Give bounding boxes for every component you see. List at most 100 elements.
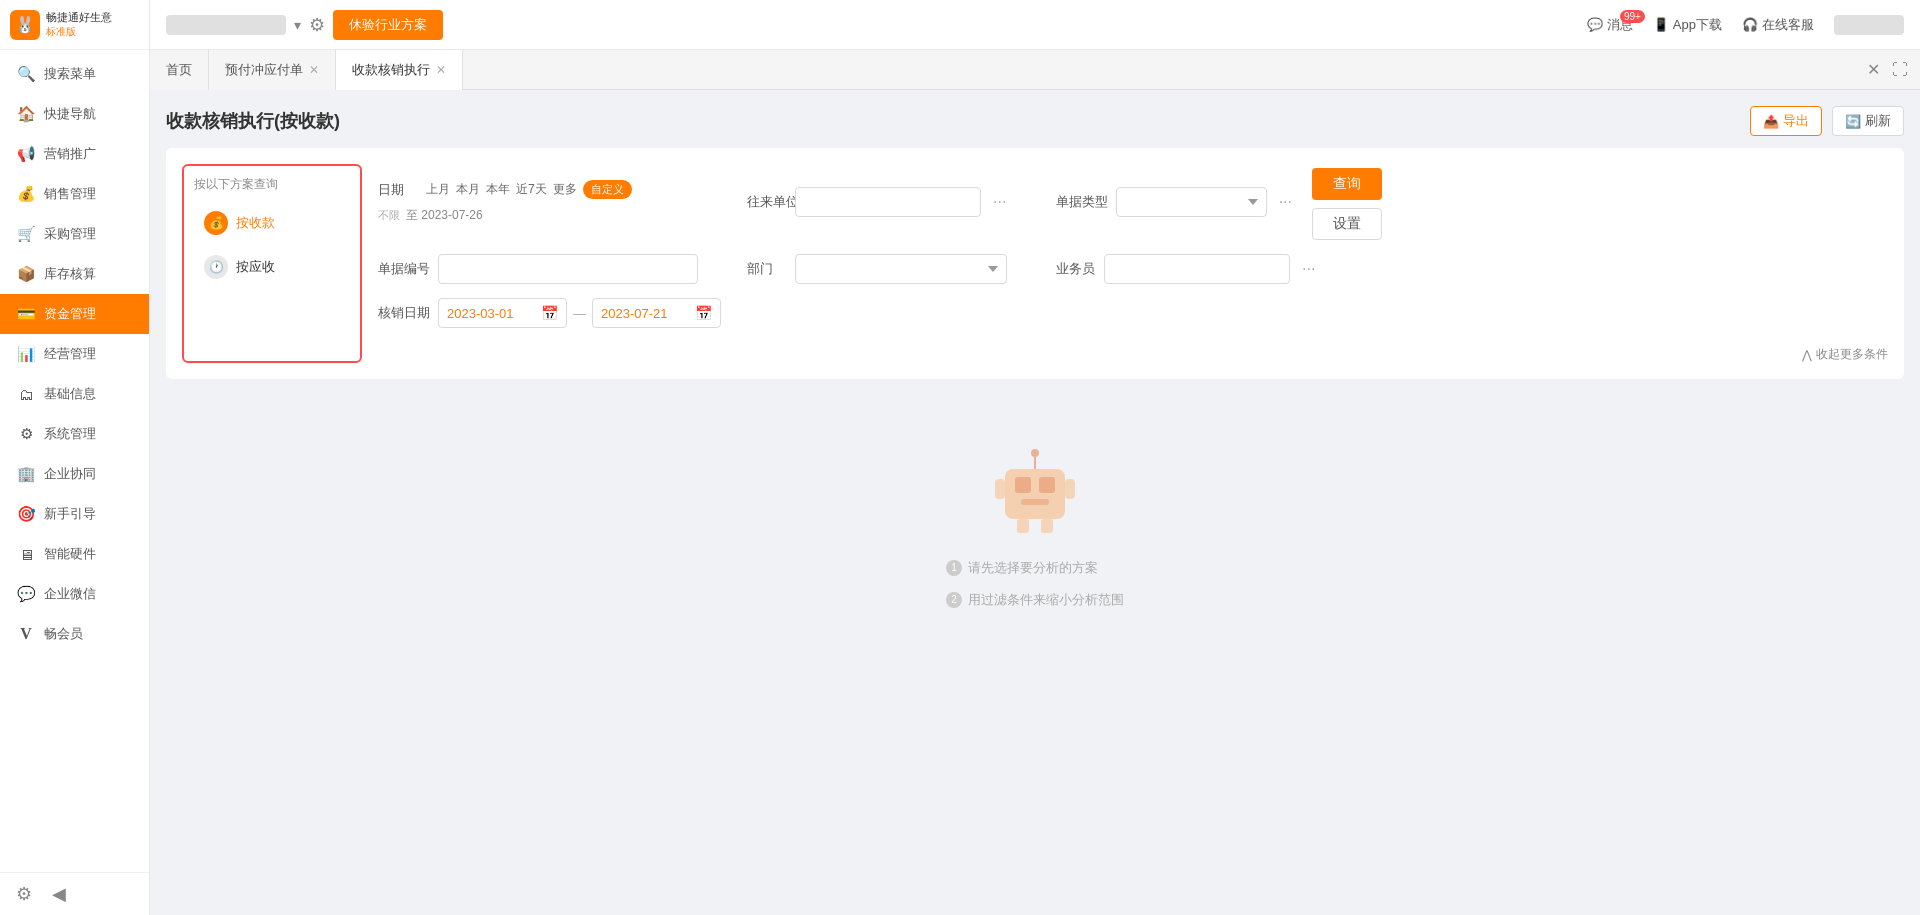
- industry-solution-button[interactable]: 休验行业方案: [333, 10, 443, 40]
- writeoff-start-wrap: 📅: [438, 298, 567, 328]
- filter-scheme-panel: 按以下方案查询 💰 按收款 🕐 按应收: [182, 164, 362, 363]
- tab-collection-close-icon[interactable]: ✕: [436, 63, 446, 77]
- filter-row-2: 单据编号 部门 业务员 ···: [378, 254, 1888, 284]
- writeoff-end-cal-icon[interactable]: 📅: [695, 305, 712, 321]
- app-sub: 标准版: [46, 25, 112, 39]
- sidebar-item-basic[interactable]: 🗂 基础信息: [0, 374, 149, 414]
- tab-prepay-close-icon[interactable]: ✕: [309, 63, 319, 77]
- doc-type-select[interactable]: [1116, 187, 1267, 217]
- writeoff-start-cal-icon[interactable]: 📅: [541, 305, 558, 321]
- app-download-button[interactable]: 📱 App下载: [1653, 16, 1722, 34]
- dept-select[interactable]: [795, 254, 1007, 284]
- footer-settings-icon[interactable]: ⚙: [16, 883, 32, 905]
- main-area: ▾ ⚙ 休验行业方案 💬 消息 99+ 📱 App下载 🎧 在线客服 首页: [150, 0, 1920, 915]
- date-shortcut-lastmonth[interactable]: 上月: [426, 181, 450, 198]
- sidebar-item-system[interactable]: ⚙ 系统管理: [0, 414, 149, 454]
- member-icon: V: [16, 624, 36, 644]
- company-chevron-icon[interactable]: ▾: [294, 17, 301, 33]
- page-header: 收款核销执行(按收款) 📤 导出 🔄 刷新: [166, 106, 1904, 136]
- svg-rect-3: [1021, 499, 1049, 505]
- filter-option-by-receipt[interactable]: 💰 按收款: [194, 203, 350, 243]
- sidebar-item-finance[interactable]: 💳 资金管理: [0, 294, 149, 334]
- empty-tips: 1 请先选择要分析的方案 2 用过滤条件来缩小分析范围: [946, 555, 1124, 613]
- staff-input[interactable]: [1104, 254, 1290, 284]
- doc-type-more-icon[interactable]: ···: [1275, 193, 1296, 211]
- sidebar-item-guide[interactable]: 🎯 新手引导: [0, 494, 149, 534]
- page-title: 收款核销执行(按收款): [166, 109, 340, 133]
- sidebar-item-sales[interactable]: 💰 销售管理: [0, 174, 149, 214]
- tab-prepay[interactable]: 预付冲应付单 ✕: [209, 50, 336, 90]
- tabbar-actions: ✕ ⛶: [1867, 60, 1920, 79]
- writeoff-end-input[interactable]: [601, 306, 691, 321]
- sidebar-item-label: 系统管理: [44, 425, 96, 443]
- filter-panel: 按以下方案查询 💰 按收款 🕐 按应收 日期: [166, 148, 1904, 379]
- sidebar-item-quick[interactable]: 🏠 快捷导航: [0, 94, 149, 134]
- tab-close-all-icon[interactable]: ✕: [1867, 60, 1880, 79]
- sidebar-item-label: 企业微信: [44, 585, 96, 603]
- doc-type-field: 单据类型 ···: [1056, 187, 1296, 217]
- doc-no-input[interactable]: [438, 254, 698, 284]
- date-range-dash: —: [573, 306, 586, 321]
- refresh-icon: 🔄: [1845, 114, 1861, 129]
- refresh-button[interactable]: 🔄 刷新: [1832, 106, 1904, 136]
- service-icon: 🎧: [1742, 17, 1758, 32]
- svg-rect-0: [1005, 469, 1065, 519]
- dept-field: 部门: [747, 254, 1007, 284]
- staff-more-icon[interactable]: ···: [1298, 260, 1319, 278]
- sidebar-item-purchase[interactable]: 🛒 采购管理: [0, 214, 149, 254]
- sidebar-item-label: 库存核算: [44, 265, 96, 283]
- date-shortcut-thisyear[interactable]: 本年: [486, 181, 510, 198]
- sidebar-nav: 🔍 搜索菜单 🏠 快捷导航 📢 营销推广 💰 销售管理 🛒 采购管理 📦 库存核…: [0, 50, 149, 872]
- sidebar-item-operation[interactable]: 📊 经营管理: [0, 334, 149, 374]
- date-shortcut-7days[interactable]: 近7天: [516, 181, 547, 198]
- sidebar-item-label: 快捷导航: [44, 105, 96, 123]
- message-button[interactable]: 💬 消息 99+: [1587, 16, 1633, 34]
- date-shortcut-custom[interactable]: 自定义: [583, 180, 632, 199]
- page-actions: 📤 导出 🔄 刷新: [1750, 106, 1904, 136]
- query-button[interactable]: 查询: [1312, 168, 1382, 200]
- sidebar-item-search[interactable]: 🔍 搜索菜单: [0, 54, 149, 94]
- empty-tip-2: 2 用过滤条件来缩小分析范围: [946, 587, 1124, 613]
- svg-rect-1: [1015, 477, 1031, 493]
- settings-button[interactable]: 设置: [1312, 208, 1382, 240]
- app-download-label: App下载: [1673, 16, 1722, 34]
- date-range-info: 不限 至 2023-07-26: [378, 207, 483, 224]
- tab-collection[interactable]: 收款核销执行 ✕: [336, 50, 463, 90]
- sidebar-footer: ⚙ ◀: [0, 872, 149, 915]
- filter-scheme-title: 按以下方案查询: [194, 176, 350, 193]
- coop-icon: 🏢: [16, 464, 36, 484]
- sidebar-item-hardware[interactable]: 🖥 智能硬件: [0, 534, 149, 574]
- filter-option-by-receivable[interactable]: 🕐 按应收: [194, 247, 350, 287]
- sidebar-item-wechat[interactable]: 💬 企业微信: [0, 574, 149, 614]
- svg-point-9: [1031, 449, 1039, 457]
- tab-expand-icon[interactable]: ⛶: [1892, 61, 1908, 79]
- writeoff-date-range: 📅 — 📅: [438, 298, 721, 328]
- sidebar-item-member[interactable]: V 畅会员: [0, 614, 149, 654]
- export-button[interactable]: 📤 导出: [1750, 106, 1822, 136]
- sidebar-item-coop[interactable]: 🏢 企业协同: [0, 454, 149, 494]
- tab-home[interactable]: 首页: [150, 50, 209, 90]
- date-shortcut-more[interactable]: 更多: [553, 181, 577, 198]
- sidebar-item-marketing[interactable]: 📢 营销推广: [0, 134, 149, 174]
- sidebar: 🐰 畅捷通好生意 标准版 🔍 搜索菜单 🏠 快捷导航 📢 营销推广 💰 销售管理…: [0, 0, 150, 915]
- sidebar-item-inventory[interactable]: 📦 库存核算: [0, 254, 149, 294]
- date-shortcut-thismonth[interactable]: 本月: [456, 181, 480, 198]
- online-service-button[interactable]: 🎧 在线客服: [1742, 16, 1814, 34]
- sidebar-item-label: 基础信息: [44, 385, 96, 403]
- message-icon: 💬: [1587, 17, 1603, 32]
- writeoff-start-input[interactable]: [447, 306, 537, 321]
- download-icon: 📱: [1653, 17, 1669, 32]
- filter-row-1: 日期 上月 本月 本年 近7天 更多 自定义 不限: [378, 164, 1888, 240]
- counterparty-input[interactable]: [795, 187, 981, 217]
- topbar-right: 💬 消息 99+ 📱 App下载 🎧 在线客服: [1587, 15, 1904, 35]
- footer-collapse-icon[interactable]: ◀: [52, 883, 66, 905]
- counterparty-more-icon[interactable]: ···: [989, 193, 1010, 211]
- topbar-settings-icon[interactable]: ⚙: [309, 14, 325, 36]
- sidebar-item-label: 企业协同: [44, 465, 96, 483]
- doc-type-label: 单据类型: [1056, 193, 1108, 211]
- empty-illustration: [975, 439, 1095, 539]
- app-name: 畅捷通好生意: [46, 10, 112, 24]
- tab-collection-label: 收款核销执行: [352, 61, 430, 79]
- logo-icon: 🐰: [10, 10, 40, 40]
- collapse-more-button[interactable]: ⋀ 收起更多条件: [378, 346, 1888, 363]
